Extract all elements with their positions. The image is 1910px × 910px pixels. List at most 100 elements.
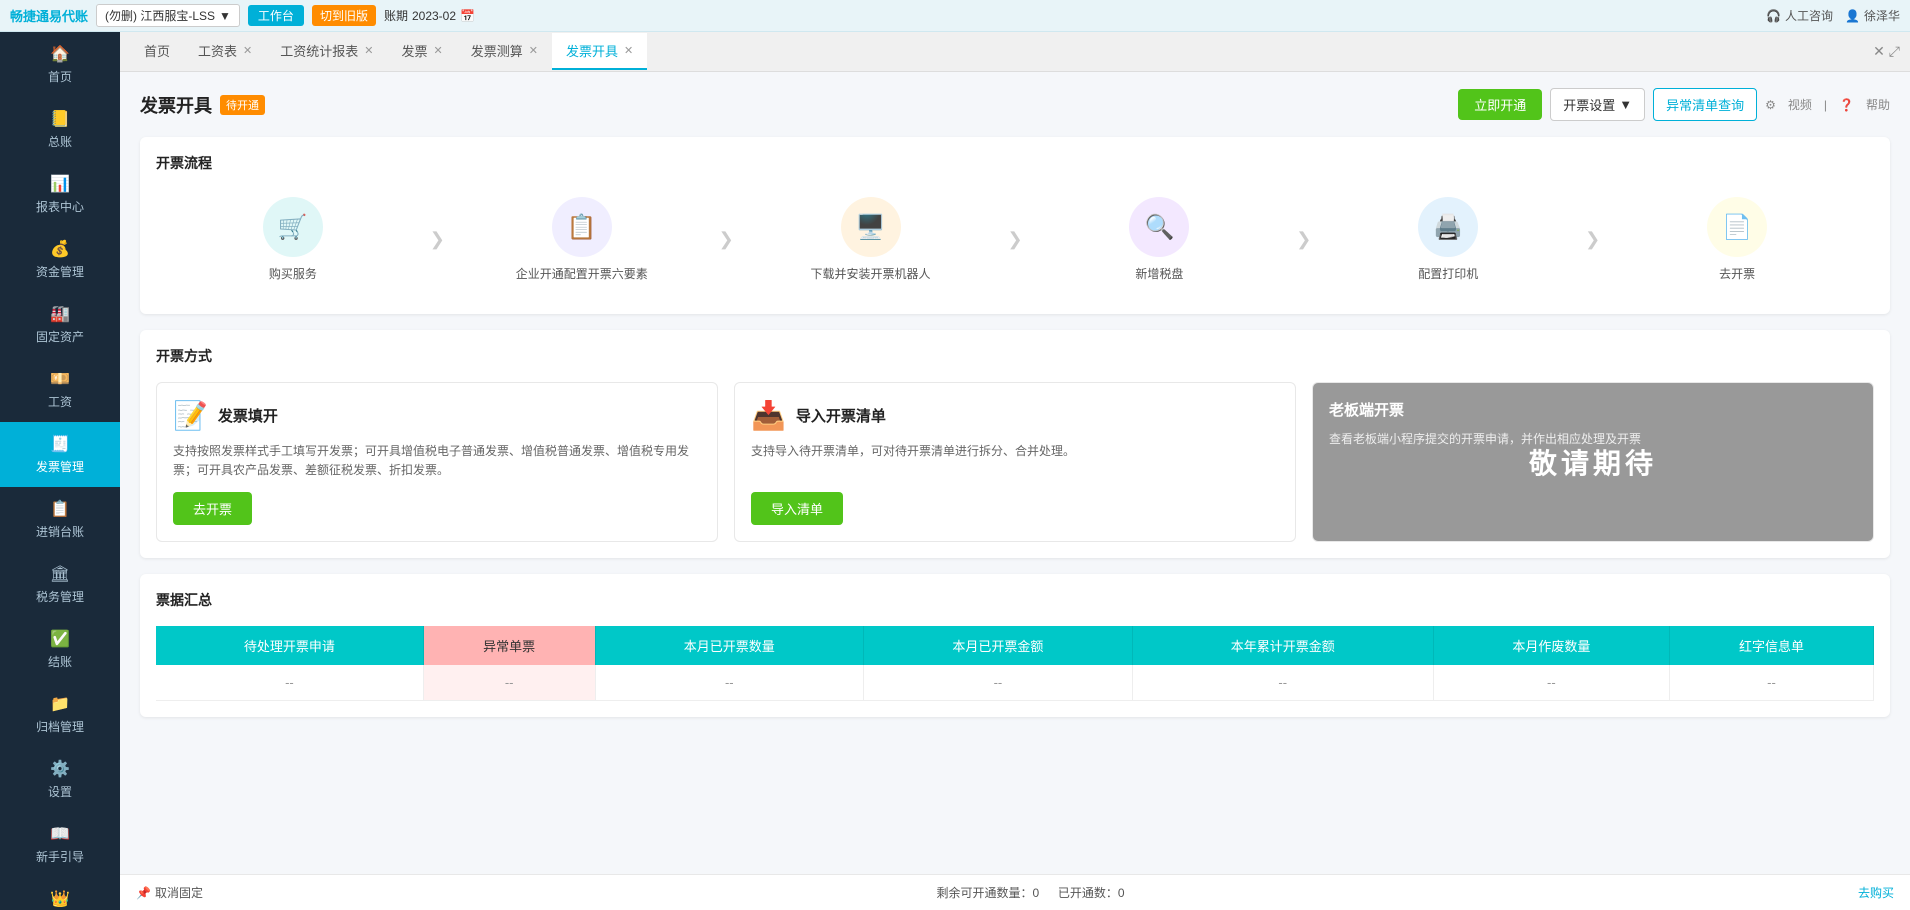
tab-4[interactable]: 发票测算✕ bbox=[457, 33, 552, 70]
sidebar-item-label: 结账 bbox=[48, 653, 72, 670]
stats-cell-0: -- bbox=[156, 665, 423, 701]
open-settings-button[interactable]: 开票设置 ▼ bbox=[1550, 88, 1645, 121]
open-methods-section: 开票方式 📝 发票填开 支持按照发票样式手工填写开发票；可开具增值税电子普通发票… bbox=[140, 330, 1890, 558]
tab-close-1[interactable]: ✕ bbox=[243, 44, 252, 57]
import-invoice-button[interactable]: 导入清单 bbox=[751, 492, 843, 525]
sidebar-item-sales[interactable]: 📋进销台账 bbox=[0, 487, 120, 552]
import-invoice-desc: 支持导入待开票清单，可对待开票清单进行拆分、合并处理。 bbox=[751, 442, 1279, 480]
sidebar-item-home[interactable]: 🏠首页 bbox=[0, 32, 120, 97]
open-methods-cards: 📝 发票填开 支持按照发票样式手工填写开发票；可开具增值税电子普通发票、增值税普… bbox=[156, 382, 1874, 542]
top-bar-right: 🎧 人工咨询 👤 徐泽华 bbox=[1766, 7, 1900, 24]
sidebar-item-label: 报表中心 bbox=[36, 198, 84, 215]
tab-close-all-button[interactable]: ✕ bbox=[1873, 43, 1885, 60]
workflow-step-add-taxbox[interactable]: 🔍 新增税盘 bbox=[1023, 197, 1297, 282]
home-icon: 🏠 bbox=[50, 44, 70, 64]
manual-invoice-title: 发票填开 bbox=[218, 405, 278, 426]
tab-3[interactable]: 发票✕ bbox=[387, 33, 456, 70]
tab-0[interactable]: 首页 bbox=[130, 33, 184, 70]
enterprise-setup-icon: 📋 bbox=[567, 213, 597, 242]
tab-close-2[interactable]: ✕ bbox=[364, 44, 373, 57]
workbench-button[interactable]: 工作台 bbox=[248, 5, 304, 26]
customer-service[interactable]: 🎧 人工咨询 bbox=[1766, 7, 1833, 24]
sidebar-item-fund[interactable]: 💰资金管理 bbox=[0, 227, 120, 292]
sidebar-item-label: 发票管理 bbox=[36, 458, 84, 475]
coming-soon-text: 敬请期待 bbox=[1529, 442, 1657, 482]
header-actions: 立即开通 开票设置 ▼ 异常清单查询 ⚙ 视频 | ❓ 帮助 bbox=[1458, 88, 1890, 121]
username: 徐泽华 bbox=[1864, 7, 1900, 24]
stats-table: 待处理开票申请异常单票本月已开票数量本月已开票金额本年累计开票金额本月作废数量红… bbox=[156, 626, 1874, 701]
add-taxbox-icon: 🔍 bbox=[1144, 213, 1174, 242]
import-invoice-title: 导入开票清单 bbox=[796, 405, 886, 426]
tab-2[interactable]: 工资统计报表✕ bbox=[266, 33, 387, 70]
page-title-row: 发票开具 待开通 bbox=[140, 92, 265, 118]
open-now-button[interactable]: 立即开通 bbox=[1458, 89, 1542, 120]
workflow-step-issue-invoice[interactable]: 📄 去开票 bbox=[1600, 197, 1874, 282]
stats-col-5: 本月作废数量 bbox=[1433, 626, 1669, 665]
period-info: 账期 2023-02 📅 bbox=[384, 7, 475, 24]
stats-cell-4: -- bbox=[1132, 665, 1433, 701]
stats-cell-6: -- bbox=[1670, 665, 1874, 701]
manual-invoice-header: 📝 发票填开 bbox=[173, 399, 701, 432]
old-version-button[interactable]: 切到旧版 bbox=[312, 5, 376, 26]
stats-section: 票据汇总 待处理开票申请异常单票本月已开票数量本月已开票金额本年累计开票金额本月… bbox=[140, 574, 1890, 717]
opened-count: 已开通数：0 bbox=[1058, 886, 1125, 900]
sidebar-item-report[interactable]: 📊 报表中心 bbox=[0, 162, 120, 227]
sidebar-item-ledger[interactable]: 📒总账 bbox=[0, 97, 120, 162]
sidebar-item-salary[interactable]: 💴工资 bbox=[0, 357, 120, 422]
sidebar-item-label: 固定资产 bbox=[36, 328, 84, 345]
stats-col-0: 待处理开票申请 bbox=[156, 626, 423, 665]
bottom-bar: 📌 取消固定 剩余可开通数量：0 已开通数：0 去购买 bbox=[120, 874, 1910, 910]
video-label: 视频 bbox=[1788, 96, 1812, 113]
coming-soon-overlay: 敬请期待 bbox=[1313, 383, 1873, 541]
tab-label-0: 首页 bbox=[144, 41, 170, 60]
page-title: 发票开具 bbox=[140, 92, 212, 118]
sidebar-item-settings[interactable]: ⚙️设置 bbox=[0, 747, 120, 812]
top-bar-left: 畅捷通易代账 (勿删) 江西服宝-LSS ▼ 工作台 切到旧版 账期 2023-… bbox=[10, 4, 475, 27]
page-content: 发票开具 待开通 立即开通 开票设置 ▼ 异常清单查询 ⚙ 视频 | ❓ bbox=[120, 72, 1910, 874]
buy-service-icon: 🛒 bbox=[278, 213, 308, 242]
sidebar-item-member[interactable]: 👑畅会员 bbox=[0, 877, 120, 910]
sidebar-item-label: 归档管理 bbox=[36, 718, 84, 735]
manual-invoice-button[interactable]: 去开票 bbox=[173, 492, 252, 525]
calendar-icon[interactable]: 📅 bbox=[460, 9, 475, 23]
stats-cell-1: -- bbox=[423, 665, 595, 701]
exception-query-button[interactable]: 异常清单查询 bbox=[1653, 88, 1757, 121]
report-icon: 📊 bbox=[50, 174, 70, 194]
workflow-step-enterprise-setup[interactable]: 📋 企业开通配置开票六要素 bbox=[445, 197, 719, 282]
sidebar-item-guide[interactable]: 📖新手引导 bbox=[0, 812, 120, 877]
old-invoice-card: 老板端开票 查看老板端小程序提交的开票申请，并作出相应处理及开票 敬请期待 bbox=[1312, 382, 1874, 542]
content-area: 首页工资表✕工资统计报表✕发票✕发票测算✕发票开具✕✕⤢ 发票开具 待开通 立即… bbox=[120, 32, 1910, 910]
pin-button[interactable]: 📌 取消固定 bbox=[136, 884, 203, 901]
workflow-section: 开票流程 🛒 购买服务 ❯ 📋 企业开通配置开票六要素 ❯ 🖥️ 下载并安装开票… bbox=[140, 137, 1890, 314]
sidebar-item-archive[interactable]: 📁归档管理 bbox=[0, 682, 120, 747]
user-profile[interactable]: 👤 徐泽华 bbox=[1845, 7, 1900, 24]
workflow-steps: 🛒 购买服务 ❯ 📋 企业开通配置开票六要素 ❯ 🖥️ 下载并安装开票机器人 ❯… bbox=[156, 189, 1874, 298]
workflow-step-config-printer[interactable]: 🖨️ 配置打印机 bbox=[1311, 197, 1585, 282]
tab-label-5: 发票开具 bbox=[566, 41, 618, 60]
sidebar-item-invoice[interactable]: 🧾发票管理 bbox=[0, 422, 120, 487]
workflow-step-download-robot[interactable]: 🖥️ 下载并安装开票机器人 bbox=[734, 197, 1008, 282]
sidebar-item-tax[interactable]: 🏛税务管理 bbox=[0, 552, 120, 617]
sidebar-item-settlement[interactable]: ✅结账 bbox=[0, 617, 120, 682]
remaining-count: 剩余可开通数量：0 bbox=[936, 886, 1039, 900]
step-label-enterprise-setup: 企业开通配置开票六要素 bbox=[516, 265, 648, 282]
sidebar-item-asset[interactable]: 🏭固定资产 bbox=[0, 292, 120, 357]
member-icon: 👑 bbox=[50, 889, 70, 909]
step-label-add-taxbox: 新增税盘 bbox=[1135, 265, 1183, 282]
salary-icon: 💴 bbox=[50, 369, 70, 389]
step-arrow-4: ❯ bbox=[1585, 229, 1600, 250]
tab-5[interactable]: 发票开具 ✕ bbox=[552, 33, 647, 70]
tab-fullscreen-button[interactable]: ⤢ bbox=[1889, 43, 1900, 60]
tab-close-3[interactable]: ✕ bbox=[434, 44, 443, 57]
tab-close-5[interactable]: ✕ bbox=[624, 44, 633, 57]
workflow-step-buy-service[interactable]: 🛒 购买服务 bbox=[156, 197, 430, 282]
company-selector[interactable]: (勿删) 江西服宝-LSS ▼ bbox=[96, 4, 240, 27]
guide-icon: 📖 bbox=[50, 824, 70, 844]
tab-1[interactable]: 工资表✕ bbox=[184, 33, 266, 70]
issue-invoice-icon: 📄 bbox=[1722, 213, 1752, 242]
goto-buy-link[interactable]: 去购买 bbox=[1858, 884, 1894, 901]
question-icon: ❓ bbox=[1839, 98, 1854, 112]
user-icon: 👤 bbox=[1845, 9, 1860, 23]
tab-close-4[interactable]: ✕ bbox=[529, 44, 538, 57]
page-header: 发票开具 待开通 立即开通 开票设置 ▼ 异常清单查询 ⚙ 视频 | ❓ bbox=[140, 88, 1890, 121]
